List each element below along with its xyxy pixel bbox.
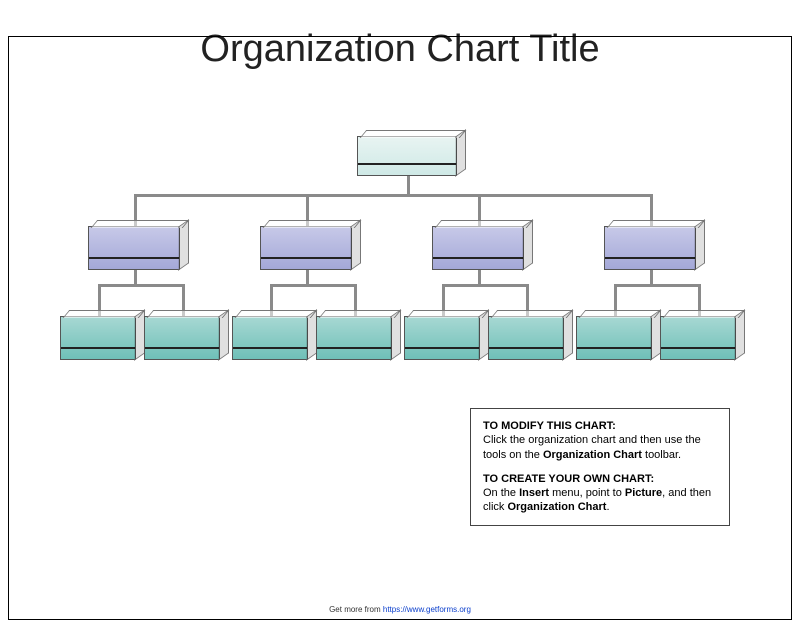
connector [134, 270, 137, 284]
create-bold-1: Insert [519, 487, 549, 499]
org-node-level3[interactable] [660, 316, 736, 360]
connector [614, 284, 698, 287]
connector [306, 270, 309, 284]
org-node-level3[interactable] [232, 316, 308, 360]
footer-prefix: Get more from [329, 605, 383, 614]
instructions-box: TO MODIFY THIS CHART: Click the organiza… [470, 408, 730, 526]
connector [270, 284, 354, 287]
modify-heading: TO MODIFY THIS CHART: [483, 420, 616, 432]
connector [650, 270, 653, 284]
org-node-level3[interactable] [60, 316, 136, 360]
create-heading: TO CREATE YOUR OWN CHART: [483, 473, 654, 485]
footer: Get more from https://www.getforms.org [0, 605, 800, 614]
org-node-level3[interactable] [488, 316, 564, 360]
org-node-level3[interactable] [576, 316, 652, 360]
org-node-level2[interactable] [260, 226, 352, 270]
create-text-1: On the [483, 487, 519, 499]
modify-text-2: toolbar. [642, 449, 681, 461]
org-node-level3[interactable] [404, 316, 480, 360]
connector [134, 194, 650, 197]
org-node-level3[interactable] [316, 316, 392, 360]
org-node-root[interactable] [357, 136, 457, 176]
connector [98, 284, 182, 287]
org-chart[interactable] [60, 136, 740, 376]
footer-link[interactable]: https://www.getforms.org [383, 605, 471, 614]
org-node-level2[interactable] [604, 226, 696, 270]
connector [442, 284, 526, 287]
modify-bold: Organization Chart [543, 449, 642, 461]
connector [407, 176, 410, 194]
create-bold-3: Organization Chart [507, 501, 606, 513]
org-node-level2[interactable] [432, 226, 524, 270]
org-node-level3[interactable] [144, 316, 220, 360]
connector [478, 270, 481, 284]
create-text-2: menu, point to [549, 487, 625, 499]
org-node-level2[interactable] [88, 226, 180, 270]
create-bold-2: Picture [625, 487, 662, 499]
create-text-4: . [606, 501, 609, 513]
